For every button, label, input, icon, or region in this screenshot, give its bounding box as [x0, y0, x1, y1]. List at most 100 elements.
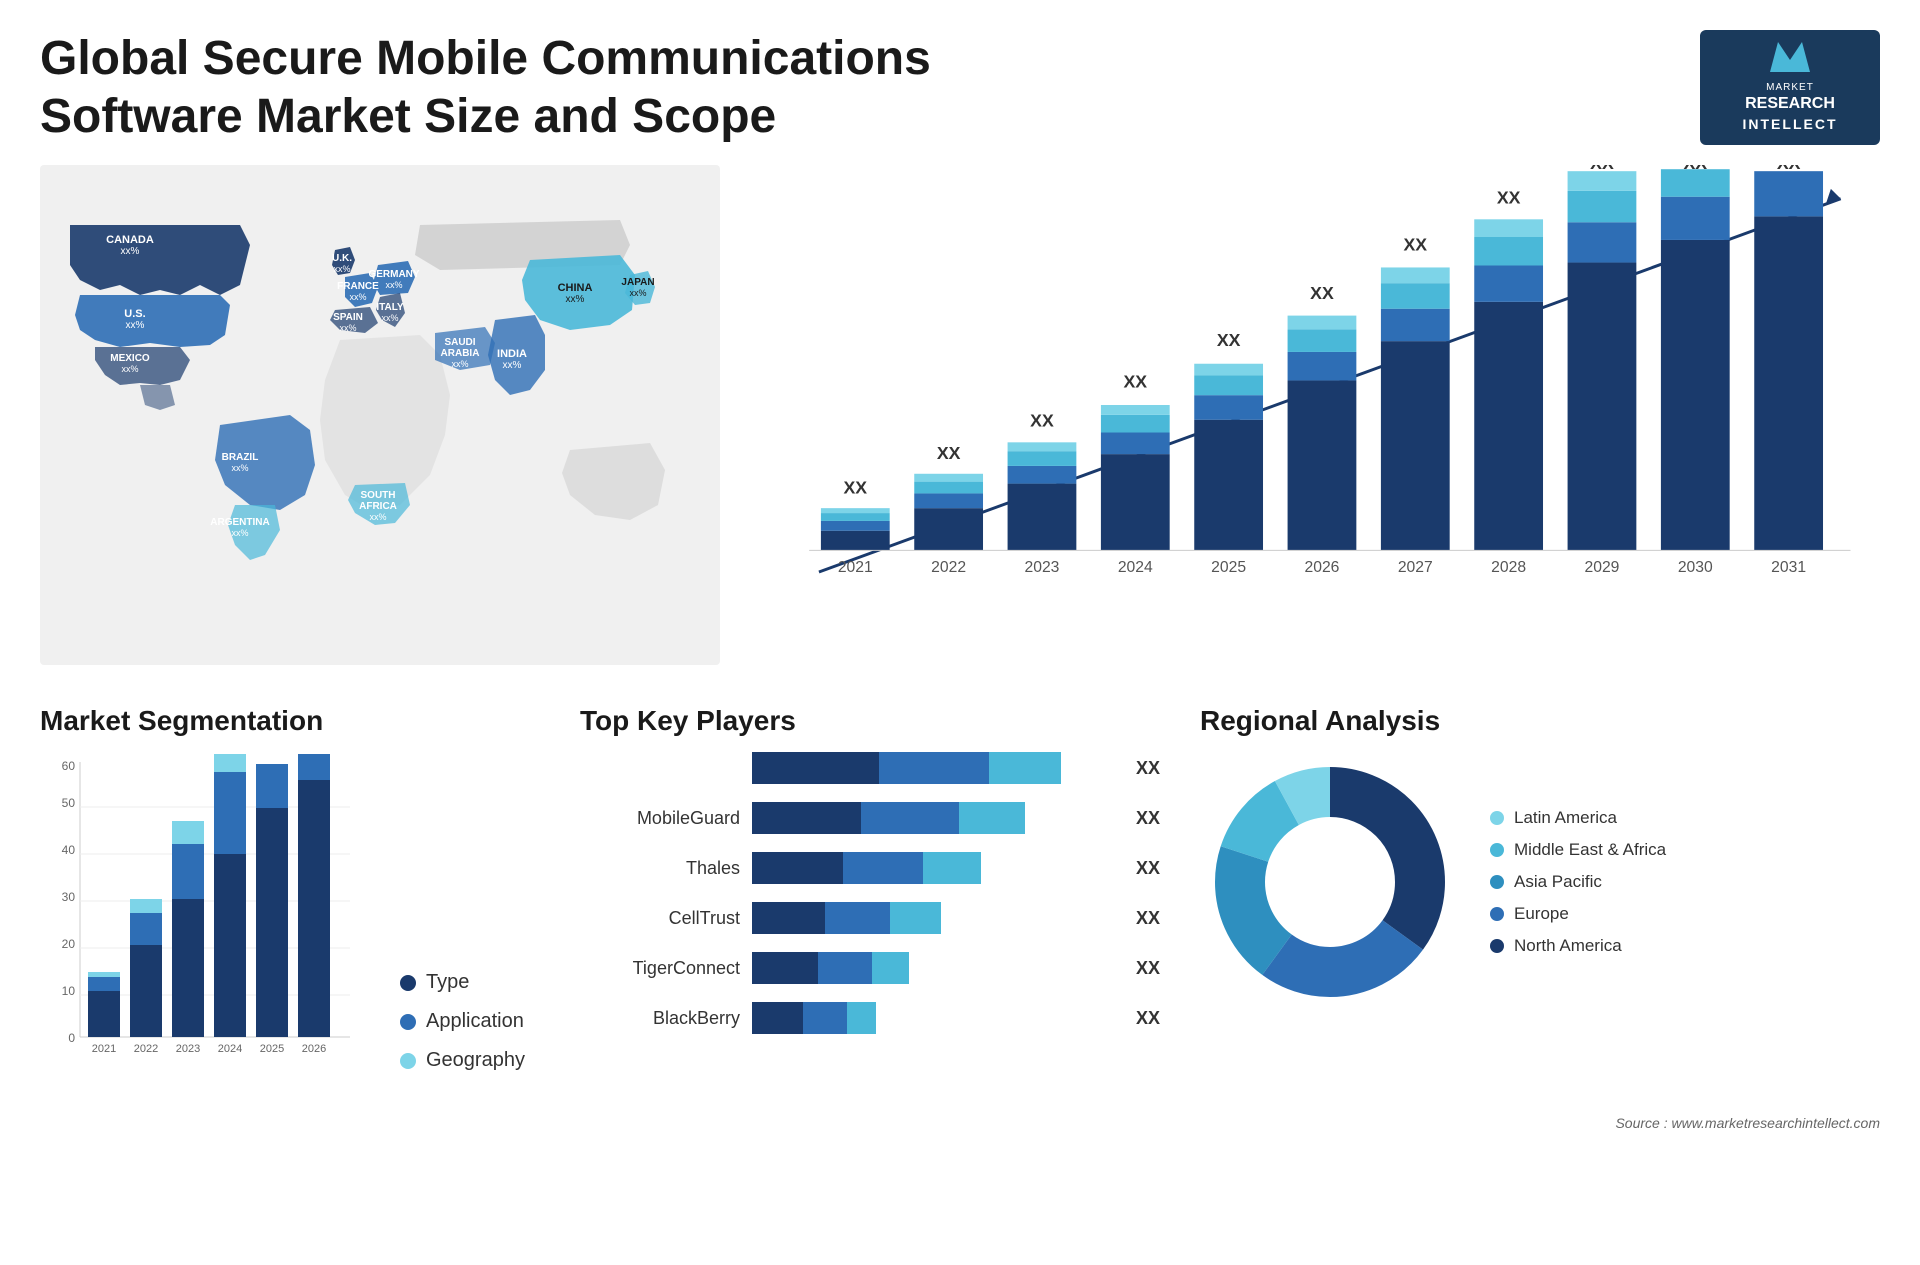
svg-text:U.S.: U.S. [124, 308, 145, 320]
seg-bar-svg: 0 10 20 30 40 50 60 2021 [40, 752, 360, 1072]
svg-text:AFRICA: AFRICA [359, 501, 397, 512]
svg-text:XX: XX [1590, 165, 1614, 173]
player-bar-1 [752, 802, 1116, 834]
logo-area: MARKET RESEARCH INTELLECT [1700, 30, 1880, 145]
svg-text:xx%: xx% [121, 364, 138, 374]
svg-text:0: 0 [68, 1031, 75, 1045]
legend-asia-pacific: Asia Pacific [1490, 872, 1666, 892]
player-bar-0 [752, 752, 1116, 784]
player-bar-2 [752, 852, 1116, 884]
player-seg1-1 [752, 802, 861, 834]
svg-text:ITALY: ITALY [376, 302, 404, 313]
player-row-3: CellTrust XX [580, 902, 1160, 934]
svg-text:xx%: xx% [333, 264, 350, 274]
logo: MARKET RESEARCH INTELLECT [1700, 30, 1880, 145]
legend-latin-america: Latin America [1490, 808, 1666, 828]
player-seg3-0 [989, 752, 1062, 784]
player-label-1: XX [1136, 808, 1160, 829]
segmentation-title: Market Segmentation [40, 705, 540, 737]
player-label-0: XX [1136, 758, 1160, 779]
north-america-dot [1490, 939, 1504, 953]
geography-dot [400, 1053, 416, 1069]
svg-text:SOUTH: SOUTH [361, 490, 396, 501]
svg-text:FRANCE: FRANCE [337, 281, 379, 292]
player-row-2: Thales XX [580, 852, 1160, 884]
player-seg2-3 [825, 902, 891, 934]
svg-text:GERMANY: GERMANY [368, 269, 419, 280]
player-name-5: BlackBerry [580, 1008, 740, 1029]
map-svg: CANADA xx% U.S. xx% MEXICO xx% BRAZIL xx… [40, 165, 720, 665]
player-bar-4 [752, 952, 1116, 984]
donut-chart [1200, 752, 1460, 1012]
svg-text:CANADA: CANADA [106, 234, 154, 246]
player-label-2: XX [1136, 858, 1160, 879]
player-seg3-3 [890, 902, 941, 934]
svg-text:SAUDI: SAUDI [444, 337, 475, 348]
svg-text:60: 60 [62, 759, 76, 773]
player-seg2-0 [879, 752, 988, 784]
legend-type-label: Type [426, 971, 469, 994]
svg-text:2023: 2023 [1024, 559, 1059, 576]
player-seg1-3 [752, 902, 825, 934]
player-seg3-2 [923, 852, 981, 884]
legend-type: Type [400, 971, 525, 994]
players-chart: XX MobileGuard XX Thales XX [580, 752, 1160, 1034]
player-name-2: Thales [580, 858, 740, 879]
player-name-3: CellTrust [580, 908, 740, 929]
svg-text:2021: 2021 [838, 559, 873, 576]
players-section: Top Key Players XX MobileGuard X [580, 705, 1160, 1245]
svg-text:XX: XX [844, 478, 868, 498]
svg-text:2023: 2023 [176, 1043, 200, 1055]
legend-geography: Geography [400, 1049, 525, 1072]
player-bar-5 [752, 1002, 1116, 1034]
legend-application-label: Application [426, 1010, 524, 1033]
svg-text:2027: 2027 [1398, 559, 1433, 576]
svg-text:BRAZIL: BRAZIL [222, 452, 259, 463]
asia-pacific-label: Asia Pacific [1514, 872, 1602, 892]
svg-text:U.K.: U.K. [332, 253, 352, 264]
player-seg3-5 [847, 1002, 876, 1034]
segmentation-section: Market Segmentation 0 10 20 30 40 50 60 [40, 705, 540, 1245]
type-dot [400, 975, 416, 991]
regional-section: Regional Analysis [1200, 705, 1880, 1245]
svg-text:XX: XX [1030, 411, 1054, 431]
svg-text:XX: XX [1684, 165, 1708, 173]
svg-text:xx%: xx% [349, 292, 366, 302]
main-content: CANADA xx% U.S. xx% MEXICO xx% BRAZIL xx… [0, 165, 1920, 685]
player-seg2-5 [803, 1002, 847, 1034]
player-row-5: BlackBerry XX [580, 1002, 1160, 1034]
svg-text:xx%: xx% [503, 360, 522, 371]
player-seg1-2 [752, 852, 843, 884]
svg-text:10: 10 [62, 984, 76, 998]
legend-middle-east-africa: Middle East & Africa [1490, 840, 1666, 860]
logo-line2: RESEARCH [1718, 94, 1862, 115]
svg-text:2022: 2022 [931, 559, 966, 576]
svg-text:xx%: xx% [231, 528, 248, 538]
svg-text:MEXICO: MEXICO [110, 353, 150, 364]
player-seg1-5 [752, 1002, 803, 1034]
player-row-4: TigerConnect XX [580, 952, 1160, 984]
legend-geography-label: Geography [426, 1049, 525, 1072]
svg-text:2030: 2030 [1678, 559, 1713, 576]
svg-text:xx%: xx% [121, 246, 140, 257]
svg-text:CHINA: CHINA [558, 282, 593, 294]
svg-text:xx%: xx% [381, 313, 398, 323]
player-seg1-0 [752, 752, 879, 784]
player-row-1: MobileGuard XX [580, 802, 1160, 834]
latin-america-label: Latin America [1514, 808, 1617, 828]
regional-title: Regional Analysis [1200, 705, 1880, 737]
north-america-label: North America [1514, 936, 1622, 956]
svg-text:xx%: xx% [339, 323, 356, 333]
svg-text:2024: 2024 [1118, 559, 1153, 576]
logo-line1: MARKET [1718, 81, 1862, 94]
svg-text:2024: 2024 [218, 1043, 242, 1055]
bar-chart-svg: XX 2021 XX 2022 XX 2023 XX 2024 [760, 165, 1880, 645]
segmentation-legend: Type Application Geography [380, 971, 525, 1072]
player-seg2-1 [861, 802, 959, 834]
svg-text:2028: 2028 [1491, 559, 1526, 576]
application-dot [400, 1014, 416, 1030]
middle-east-africa-label: Middle East & Africa [1514, 840, 1666, 860]
europe-label: Europe [1514, 904, 1569, 924]
svg-text:20: 20 [62, 937, 76, 951]
growth-bar-chart: XX 2021 XX 2022 XX 2023 XX 2024 [720, 165, 1880, 665]
